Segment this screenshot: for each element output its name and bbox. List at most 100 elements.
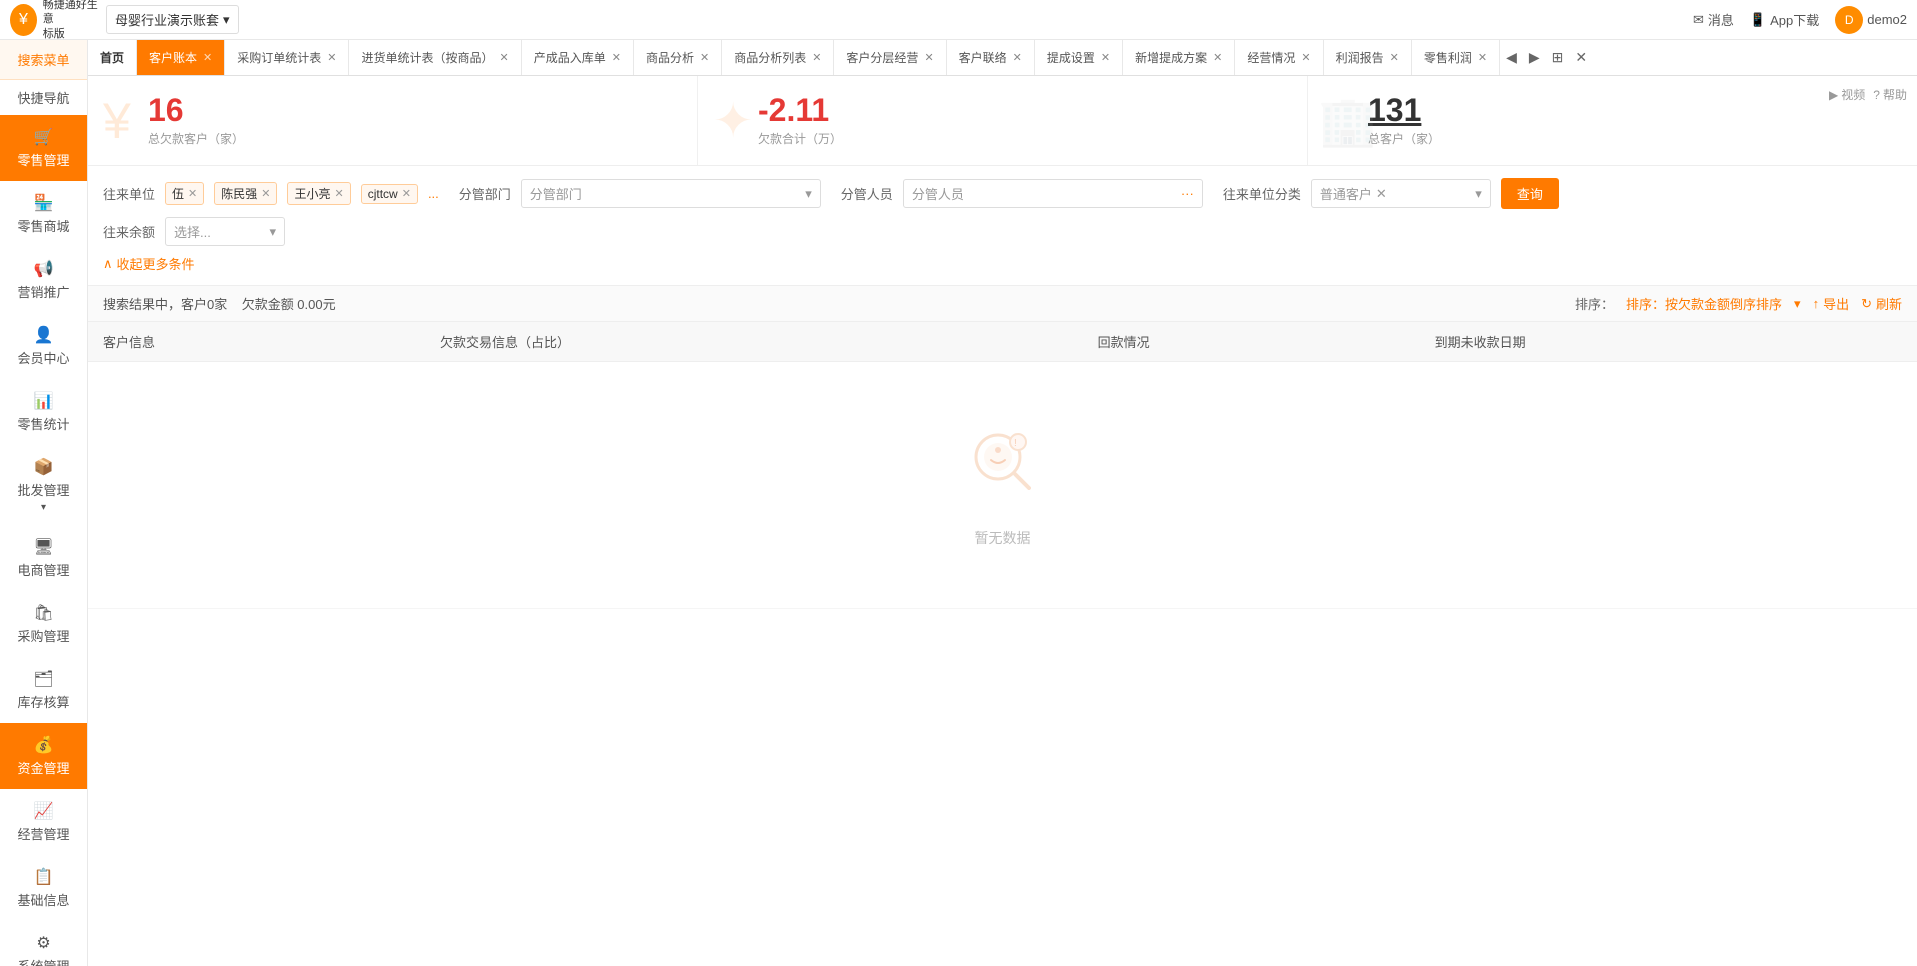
message-icon: ✉ [1693,12,1704,28]
remove-tag-cjttcw[interactable]: ✕ [402,187,411,200]
finance-icon: 💰 [34,735,54,755]
tab-close-icon-10[interactable]: ✕ [1213,51,1222,64]
stat-block-amount: ✦ -2.11 欠款合计（万） [698,76,1308,165]
help-btn[interactable]: ? 帮助 [1873,86,1907,103]
sidebar-item-wholesale[interactable]: 📦 批发管理 ▾ [0,445,87,525]
tab-close-icon-7[interactable]: ✕ [924,51,933,64]
header-left: ¥ 畅捷通好生意 标版 母婴行业演示账套 ▾ [10,0,239,41]
col-debt-info: 欠款交易信息（占比） [425,322,1083,362]
unit-type-dropdown[interactable]: 普通客户 ✕ ▾ [1311,179,1491,208]
video-icon: ▶ [1829,88,1838,102]
tab-product-analysis[interactable]: 商品分析 ✕ [634,40,722,76]
account-dropdown[interactable]: 母婴行业演示账套 ▾ [106,5,239,34]
person-dropdown[interactable]: 分管人员 ··· [903,179,1203,208]
tab-expand-btn[interactable]: ⊞ [1546,49,1570,66]
stat-icon-customers: ¥ [103,92,131,150]
search-menu[interactable]: 搜索菜单 [0,40,87,80]
tab-close-icon-6[interactable]: ✕ [812,51,821,64]
person-label: 分管人员 [841,184,893,203]
tab-product-inbound[interactable]: 产成品入库单 ✕ [522,40,634,76]
chevron-down-icon-wholesale: ▾ [41,502,46,513]
balance-label: 往来余额 [103,222,155,241]
sidebar-item-ecommerce[interactable]: 🖥 电商管理 [0,525,87,591]
retail-stat-icon: 📊 [34,391,54,411]
tab-close-icon-3[interactable]: ✕ [500,51,509,64]
tab-close-all-btn[interactable]: ✕ [1569,49,1593,66]
empty-state: ! 暂无数据 [88,362,1917,608]
sidebar-item-purchase[interactable]: 🛍 采购管理 [0,591,87,657]
logo-text: 畅捷通好生意 标版 [43,0,98,41]
message-button[interactable]: ✉ 消息 [1693,10,1734,29]
stats-area: ¥ 16 总欠款客户（家） ✦ -2.11 欠款合计（万） 🏢 131 总客户（… [88,76,1917,166]
tab-close-icon-4[interactable]: ✕ [612,51,621,64]
empty-text: 暂无数据 [975,528,1031,548]
tab-customer-contact[interactable]: 客户联络 ✕ [947,40,1035,76]
tab-close-icon-9[interactable]: ✕ [1101,51,1110,64]
tab-customer-layer[interactable]: 客户分层经营 ✕ [834,40,946,76]
col-repay-status: 回款情况 [1083,322,1420,362]
balance-dropdown[interactable]: 选择... ▾ [165,217,285,246]
tab-close-icon-2[interactable]: ✕ [327,51,336,64]
sort-select[interactable]: 排序：按欠款金额倒序排序 [1626,294,1782,313]
empty-icon: ! [963,422,1043,516]
more-tags-btn[interactable]: ... [428,186,439,201]
unit-label: 往来单位 [103,184,155,203]
operations-icon: 📈 [34,801,54,821]
sidebar-item-member[interactable]: 👤 会员中心 [0,313,87,379]
tab-close-icon-13[interactable]: ✕ [1478,51,1487,64]
sidebar-item-retail-mall[interactable]: 🏪 零售商城 [0,181,87,247]
member-icon: 👤 [34,325,54,345]
tab-inbound-stat[interactable]: 进货单统计表（按商品） ✕ [349,40,521,76]
stat-icon-amount: ✦ [713,93,753,149]
user-profile[interactable]: D demo2 [1835,6,1907,34]
sidebar-item-retail-mgmt[interactable]: 🛒 零售管理 [0,115,87,181]
tab-home[interactable]: 首页 [88,40,137,76]
tab-close-icon-8[interactable]: ✕ [1013,51,1022,64]
sidebar-item-system[interactable]: ⚙ 系统管理 [0,921,87,966]
filter-tag-cjttcw[interactable]: cjttcw ✕ [361,184,418,204]
remove-tag-wu[interactable]: ✕ [188,187,197,200]
quick-nav[interactable]: 快捷导航 [0,80,87,115]
download-icon: 📱 [1750,12,1766,28]
video-help-btn[interactable]: ▶ 视频 [1829,86,1865,103]
sidebar-item-basic-info[interactable]: 📋 基础信息 [0,855,87,921]
tab-product-list[interactable]: 商品分析列表 ✕ [722,40,834,76]
col-due-date: 到期未收款日期 [1420,322,1917,362]
more-persons-btn[interactable]: ··· [1181,186,1194,201]
filter-tag-wang[interactable]: 王小亮 ✕ [287,182,350,205]
tab-close-icon-12[interactable]: ✕ [1390,51,1399,64]
sidebar-item-finance[interactable]: 💰 资金管理 [0,723,87,789]
collapse-btn[interactable]: ∧ 收起更多条件 [103,254,1902,273]
logo-icon: ¥ [10,4,37,36]
tab-close-icon-5[interactable]: ✕ [700,51,709,64]
purchase-icon: 🛍 [33,603,53,623]
tab-purchase-order[interactable]: 采购订单统计表 ✕ [225,40,349,76]
tab-customer-book[interactable]: 客户账本 ✕ [137,40,225,76]
tab-profit-report[interactable]: 利润报告 ✕ [1324,40,1412,76]
refresh-icon: ↻ [1861,296,1872,312]
remove-tag-chen[interactable]: ✕ [261,187,270,200]
sidebar-item-inventory[interactable]: 🗂 库存核算 [0,657,87,723]
app-download-button[interactable]: 📱 App下载 [1750,10,1819,29]
refresh-btn[interactable]: ↻ 刷新 [1861,294,1902,313]
tab-next-btn[interactable]: ▶ [1523,49,1546,66]
tab-close-icon-11[interactable]: ✕ [1301,51,1310,64]
dept-dropdown[interactable]: 分管部门 ▾ [521,179,821,208]
sidebar-item-retail-stat[interactable]: 📊 零售统计 [0,379,87,445]
tab-operation[interactable]: 经营情况 ✕ [1235,40,1323,76]
export-btn[interactable]: ↑ 导出 [1813,294,1850,313]
sidebar-item-marketing[interactable]: 📢 营销推广 [0,247,87,313]
tab-new-commission[interactable]: 新增提成方案 ✕ [1123,40,1235,76]
tab-prev-btn[interactable]: ◀ [1500,49,1523,66]
logo-area: ¥ 畅捷通好生意 标版 [10,0,98,41]
query-button[interactable]: 查询 [1501,178,1559,209]
sidebar-item-operations[interactable]: 📈 经营管理 [0,789,87,855]
filter-tag-chen[interactable]: 陈民强 ✕ [214,182,277,205]
remove-tag-wang[interactable]: ✕ [335,187,344,200]
tab-commission-setting[interactable]: 提成设置 ✕ [1035,40,1123,76]
tab-retail-profit[interactable]: 零售利润 ✕ [1412,40,1500,76]
filter-tag-wu[interactable]: 伍 ✕ [165,182,204,205]
wholesale-icon: 📦 [34,457,54,477]
tab-close-icon[interactable]: ✕ [203,51,212,64]
remove-unit-type[interactable]: ✕ [1376,186,1387,202]
